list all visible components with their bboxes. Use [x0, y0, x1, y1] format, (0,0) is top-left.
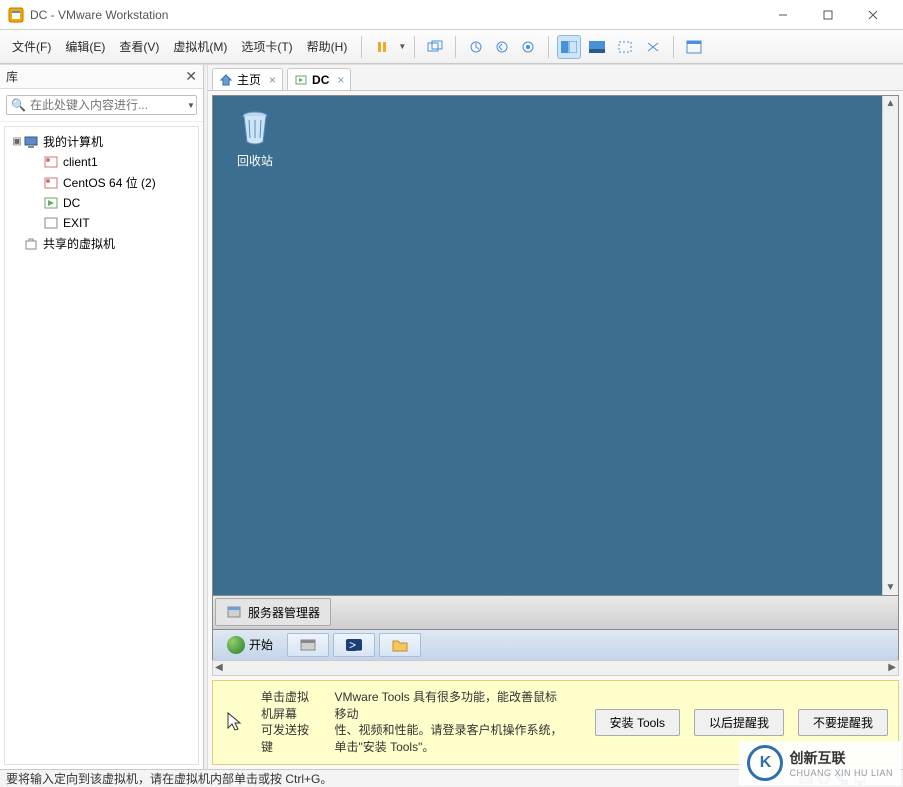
pause-button[interactable]	[370, 35, 394, 59]
vm-icon	[294, 73, 308, 87]
recycle-bin-icon[interactable]: 回收站	[225, 108, 285, 169]
watermark: K 创新互联 CHUANG XIN HU LIAN	[739, 741, 901, 785]
library-tree: ▣ 我的计算机 client1 CentOS 64 位 (2) DC EXIT	[4, 126, 199, 765]
thumbnail-bar-button[interactable]	[682, 35, 706, 59]
minimize-button[interactable]	[760, 1, 805, 29]
scroll-down-icon[interactable]: ▼	[886, 580, 896, 595]
shared-icon	[23, 236, 39, 252]
server-manager-icon	[226, 604, 242, 620]
power-dropdown[interactable]: ▼	[398, 42, 406, 51]
watermark-subtext: CHUANG XIN HU LIAN	[789, 768, 893, 778]
menu-tabs[interactable]: 选项卡(T)	[235, 34, 298, 59]
computer-icon	[23, 134, 39, 150]
menu-file[interactable]: 文件(F)	[6, 34, 57, 59]
scroll-left-icon[interactable]: ◀	[215, 662, 223, 673]
maximize-button[interactable]	[805, 1, 850, 29]
server-manager-label: 服务器管理器	[248, 604, 320, 621]
tree-label: 共享的虚拟机	[43, 235, 115, 252]
library-header: 库 ✕	[0, 65, 203, 89]
window-title: DC - VMware Workstation	[30, 8, 760, 22]
hint-body-text: VMware Tools 具有很多功能，能改善鼠标移动 性、视频和性能。请登录客…	[334, 689, 566, 756]
app-icon	[8, 7, 24, 23]
vm-off-icon	[43, 175, 59, 191]
tree-exit[interactable]: EXIT	[7, 213, 196, 233]
revert-snapshot-button[interactable]	[490, 35, 514, 59]
tree-centos[interactable]: CentOS 64 位 (2)	[7, 172, 196, 193]
home-icon	[219, 73, 233, 87]
titlebar: DC - VMware Workstation	[0, 0, 903, 30]
view-mode-group	[557, 35, 665, 59]
start-button[interactable]: 开始	[217, 633, 283, 657]
pinned-server-manager[interactable]	[287, 633, 329, 657]
content-area: 主页 × DC × ▲ ▼ 回收站	[208, 65, 903, 769]
tree-label: CentOS 64 位 (2)	[63, 174, 156, 191]
send-ctrl-alt-del-button[interactable]	[423, 35, 447, 59]
start-label: 开始	[249, 636, 273, 653]
hint-click-text: 单击虚拟机屏幕 可发送按键	[261, 689, 320, 756]
tab-bar: 主页 × DC ×	[208, 65, 903, 91]
view-fullscreen-button[interactable]	[585, 35, 609, 59]
library-search[interactable]: 🔍 ▼	[6, 95, 197, 115]
tree-label: DC	[63, 196, 80, 210]
search-icon: 🔍	[11, 98, 26, 112]
library-title: 库	[6, 68, 185, 85]
vm-desktop[interactable]: ▲ ▼ 回收站	[212, 95, 899, 596]
tab-dc[interactable]: DC ×	[287, 68, 351, 90]
tab-close-button[interactable]: ×	[337, 73, 344, 87]
scroll-right-icon[interactable]: ▶	[888, 662, 896, 673]
vm-view: ▲ ▼ 回收站 服务器管理器	[208, 91, 903, 769]
remind-later-button[interactable]: 以后提醒我	[694, 709, 784, 736]
svg-text:>_: >_	[349, 638, 363, 652]
tree-label: 我的计算机	[43, 133, 103, 150]
collapse-icon[interactable]: ▣	[11, 136, 23, 147]
tree-label: EXIT	[63, 216, 90, 230]
horizontal-scrollbar[interactable]: ◀ ▶	[212, 660, 899, 676]
tab-label: 主页	[237, 71, 261, 88]
pinned-explorer[interactable]	[379, 633, 421, 657]
never-remind-button[interactable]: 不要提醒我	[798, 709, 888, 736]
recycle-bin-label: 回收站	[225, 152, 285, 169]
library-search-input[interactable]	[30, 98, 185, 112]
tab-close-button[interactable]: ×	[269, 73, 276, 87]
status-text: 要将输入定向到该虚拟机，请在虚拟机内部单击或按 Ctrl+G。	[6, 770, 799, 787]
windows-orb-icon	[227, 636, 245, 654]
search-dropdown[interactable]: ▼	[187, 101, 195, 110]
tree-my-computer[interactable]: ▣ 我的计算机	[7, 131, 196, 152]
vertical-scrollbar[interactable]: ▲ ▼	[882, 96, 898, 595]
vm-off-icon	[43, 154, 59, 170]
close-button[interactable]	[850, 1, 895, 29]
menu-help[interactable]: 帮助(H)	[301, 34, 354, 59]
tree-shared-vms[interactable]: 共享的虚拟机	[7, 233, 196, 254]
library-panel: 库 ✕ 🔍 ▼ ▣ 我的计算机 client1 CentOS 64 位 (2)	[0, 65, 204, 769]
view-unity-button[interactable]	[613, 35, 637, 59]
menu-edit[interactable]: 编辑(E)	[59, 34, 111, 59]
vm-windows-taskbar: 开始 >_	[212, 630, 899, 660]
watermark-text: 创新互联	[789, 750, 845, 766]
menu-vm[interactable]: 虚拟机(M)	[167, 34, 233, 59]
menubar: 文件(F) 编辑(E) 查看(V) 虚拟机(M) 选项卡(T) 帮助(H) ▼	[0, 30, 903, 64]
tree-client1[interactable]: client1	[7, 152, 196, 172]
tree-dc[interactable]: DC	[7, 193, 196, 213]
tab-label: DC	[312, 73, 329, 87]
tree-label: client1	[63, 155, 98, 169]
main-area: 库 ✕ 🔍 ▼ ▣ 我的计算机 client1 CentOS 64 位 (2)	[0, 64, 903, 769]
cursor-icon	[223, 710, 247, 734]
install-tools-button[interactable]: 安装 Tools	[595, 709, 680, 736]
library-close-button[interactable]: ✕	[185, 68, 197, 85]
snapshot-button[interactable]	[464, 35, 488, 59]
vm-app-taskbar: 服务器管理器	[212, 596, 899, 630]
snapshot-manager-button[interactable]	[516, 35, 540, 59]
pinned-powershell[interactable]: >_	[333, 633, 375, 657]
tab-home[interactable]: 主页 ×	[212, 68, 283, 90]
view-console-button[interactable]	[557, 35, 581, 59]
server-manager-button[interactable]: 服务器管理器	[215, 598, 331, 626]
menu-view[interactable]: 查看(V)	[113, 34, 165, 59]
scroll-up-icon[interactable]: ▲	[886, 96, 896, 111]
view-stretch-button[interactable]	[641, 35, 665, 59]
watermark-logo: K	[747, 745, 783, 781]
vm-icon	[43, 215, 59, 231]
vm-on-icon	[43, 195, 59, 211]
